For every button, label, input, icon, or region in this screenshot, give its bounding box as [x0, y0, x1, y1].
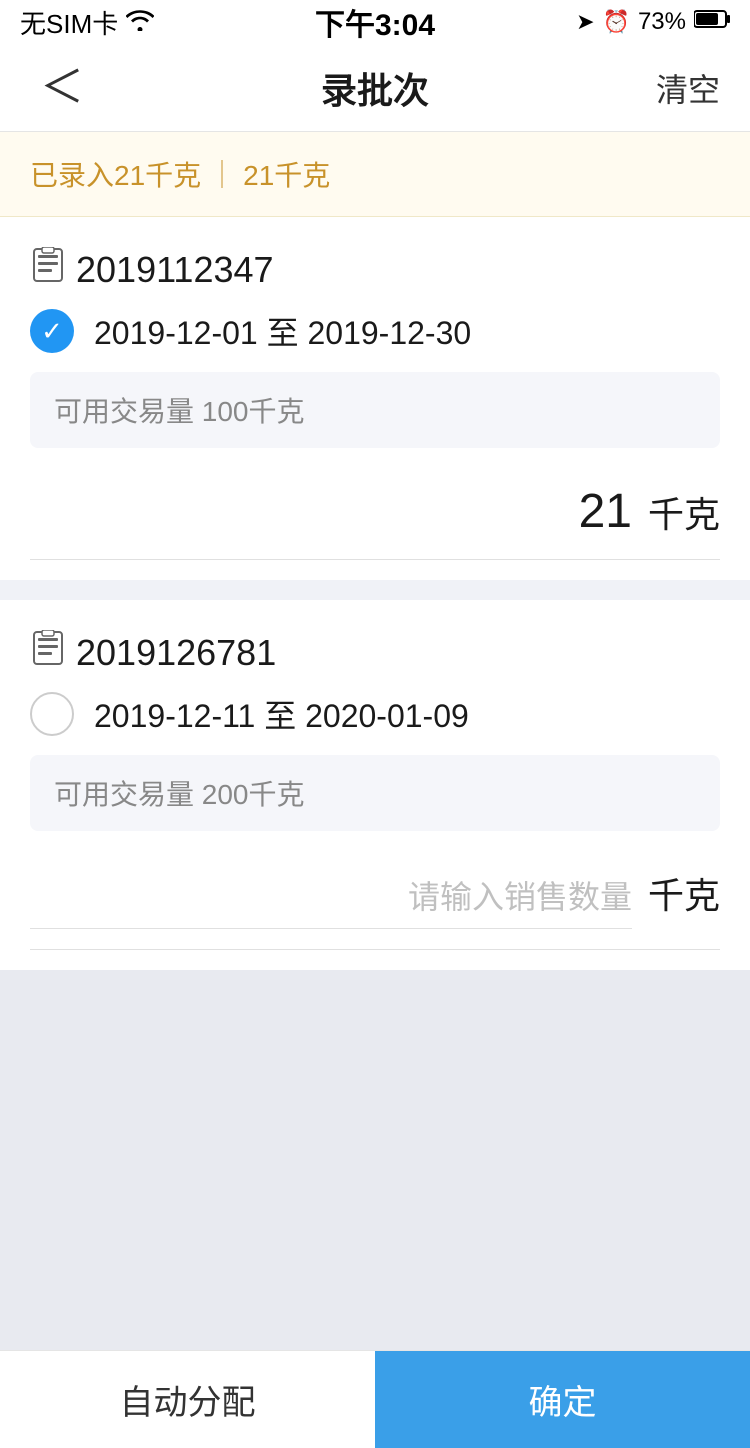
confirm-button[interactable]: 确定: [375, 1351, 750, 1448]
card-2-available: 可用交易量 200千克: [30, 755, 720, 831]
nav-bar: ＜ 录批次 清空: [0, 44, 750, 132]
card-1: 2019112347 ✓ 2019-12-01 至 2019-12-30 可用交…: [0, 217, 750, 580]
info-divider: [221, 160, 223, 188]
auto-distribute-button[interactable]: 自动分配: [0, 1351, 375, 1448]
card-1-quantity-row: 21 千克: [30, 468, 720, 559]
card-1-quantity-value: 21: [579, 484, 632, 539]
card-1-quantity-unit: 千克: [648, 486, 720, 538]
card-2-row: 2019-12-11 至 2020-01-09: [30, 691, 720, 737]
battery-label: 73%: [638, 8, 686, 36]
info-banner: 已录入21千克 21千克: [0, 132, 750, 217]
clear-button[interactable]: 清空: [656, 65, 720, 111]
card-1-available: 可用交易量 100千克: [30, 372, 720, 448]
page-title: 录批次: [321, 62, 429, 114]
card-2-divider: [30, 949, 720, 950]
recorded-label: 已录入21千克: [30, 154, 201, 194]
status-right: ➤ ⏰ 73%: [576, 8, 730, 36]
card-2-unit: 千克: [648, 867, 720, 919]
bottom-bar: 自动分配 确定: [0, 1350, 750, 1448]
card-1-icon: [30, 247, 66, 292]
checkmark-icon: ✓: [41, 318, 63, 344]
status-bar: 无SIM卡 下午3:04 ➤ ⏰ 73%: [0, 0, 750, 44]
battery-icon: [694, 8, 730, 36]
card-1-date: 2019-12-01 至 2019-12-30: [94, 308, 471, 354]
status-time: 下午3:04: [315, 0, 435, 44]
card-2-header: 2019126781: [30, 630, 720, 675]
card-1-id: 2019112347: [76, 249, 274, 291]
location-icon: ➤: [576, 9, 594, 35]
card-1-divider: [30, 559, 720, 560]
card-1-row: ✓ 2019-12-01 至 2019-12-30: [30, 308, 720, 354]
card-2-date: 2019-12-11 至 2020-01-09: [94, 691, 469, 737]
amount-label: 21千克: [243, 154, 330, 194]
card-1-radio[interactable]: ✓: [30, 309, 74, 353]
alarm-icon: ⏰: [603, 9, 630, 35]
section-gap-1: [0, 580, 750, 600]
gray-area: [0, 970, 750, 1350]
card-2: 2019126781 2019-12-11 至 2020-01-09 可用交易量…: [0, 600, 750, 970]
card-2-radio[interactable]: [30, 692, 74, 736]
card-1-header: 2019112347: [30, 247, 720, 292]
quantity-placeholder: 请输入销售数量: [408, 872, 632, 918]
card-2-id: 2019126781: [76, 632, 276, 674]
status-left: 无SIM卡: [20, 4, 154, 41]
wifi-icon: [126, 7, 154, 38]
carrier-label: 无SIM卡: [20, 4, 118, 41]
card-2-icon: [30, 630, 66, 675]
main-content: 已录入21千克 21千克 2019112347 ✓ 2019-12-01 至 2…: [0, 132, 750, 1448]
back-button[interactable]: ＜: [30, 56, 94, 120]
